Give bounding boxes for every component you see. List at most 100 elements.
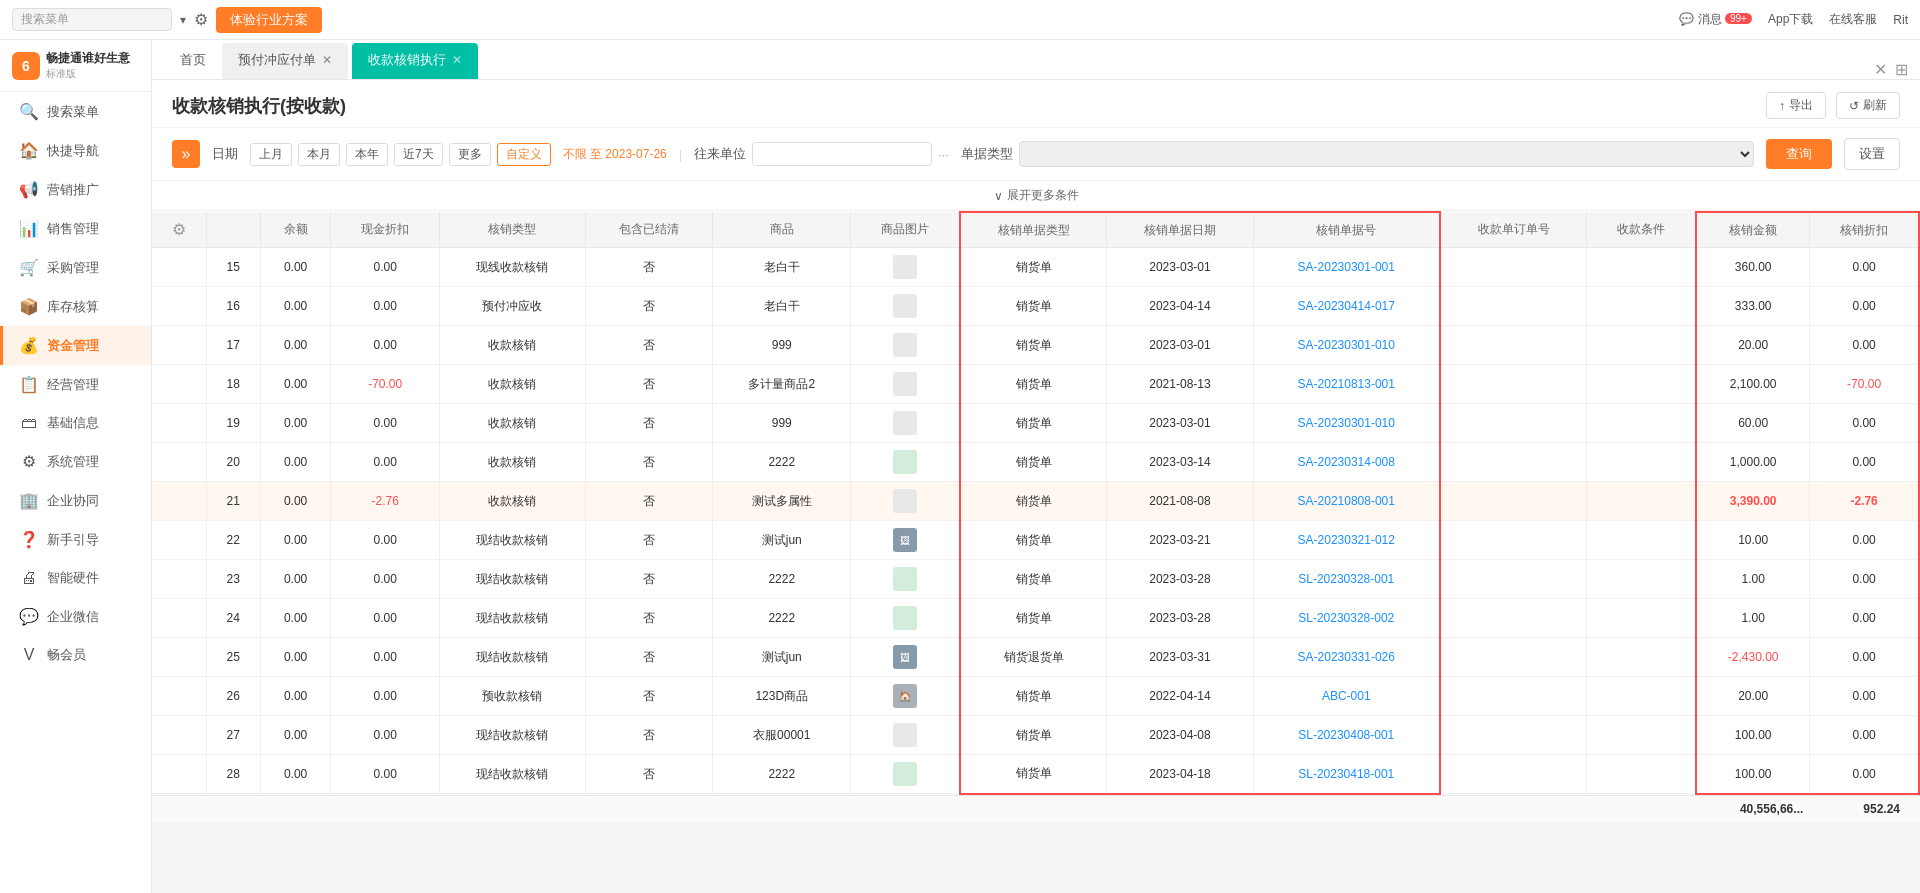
filter-bar: » 日期 上月 本月 本年 近7天 更多 自定义 不限 至 2023-07-26… (152, 128, 1920, 181)
app-download-link[interactable]: App下载 (1768, 11, 1813, 28)
cell-receipt-order-no (1440, 638, 1587, 677)
date-btn-this-month[interactable]: 本月 (298, 143, 340, 166)
sidebar-item-vip[interactable]: V 畅会员 (0, 636, 151, 674)
cell-verify-bill-date: 2023-03-28 (1107, 599, 1253, 638)
date-btn-custom[interactable]: 自定义 (497, 143, 551, 166)
cell-settings (152, 638, 206, 677)
table-row: 180.00-70.00收款核销否多计量商品2销货单2021-08-13SA-2… (152, 365, 1919, 404)
from-unit-dots[interactable]: ··· (938, 147, 949, 162)
refresh-icon: ↺ (1849, 99, 1859, 113)
tab-home[interactable]: 首页 (164, 43, 222, 79)
date-btn-more[interactable]: 更多 (449, 143, 491, 166)
solution-button[interactable]: 体验行业方案 (216, 7, 322, 33)
top-search-input[interactable]: 搜索菜单 (12, 8, 172, 31)
cell-verify-discount: 0.00 (1810, 521, 1919, 560)
cell-receipt-condition (1587, 560, 1696, 599)
refresh-button[interactable]: ↺ 刷新 (1836, 92, 1900, 119)
verify-bill-no-link[interactable]: SA-20230331-026 (1298, 650, 1395, 664)
tab-prepay[interactable]: 预付冲应付单 ✕ (222, 43, 348, 79)
sidebar-item-label: 企业协同 (47, 492, 99, 510)
verify-bill-no-link[interactable]: SL-20230408-001 (1298, 728, 1394, 742)
cell-verify-discount: 0.00 (1810, 326, 1919, 365)
sidebar-item-basic-info[interactable]: 🗃 基础信息 (0, 404, 151, 442)
cell-verify-bill-no: SA-20230321-012 (1253, 521, 1440, 560)
vip-icon: V (19, 646, 39, 664)
cell-receipt-condition (1587, 404, 1696, 443)
verify-bill-no-link[interactable]: SA-20230301-001 (1298, 260, 1395, 274)
cell-balance: 0.00 (260, 326, 331, 365)
date-range-display: 不限 至 2023-07-26 (563, 146, 667, 163)
cell-verify-bill-type: 销货单 (960, 443, 1107, 482)
expand-more-bar[interactable]: ∨ 展开更多条件 (152, 181, 1920, 211)
col-settings-header[interactable]: ⚙ (152, 212, 206, 248)
sidebar-item-purchase[interactable]: 🛒 采购管理 (0, 248, 151, 287)
close-all-icon[interactable]: ✕ (1874, 60, 1887, 79)
cell-goods: 2222 (713, 755, 851, 794)
verify-bill-no-link[interactable]: SA-20230301-010 (1298, 338, 1395, 352)
sidebar-item-search[interactable]: 🔍 搜索菜单 (0, 92, 151, 131)
cell-row-num: 16 (206, 287, 260, 326)
col-included-clear-header: 包含已结清 (586, 212, 713, 248)
sidebar-item-quick-nav[interactable]: 🏠 快捷导航 (0, 131, 151, 170)
sidebar-item-system[interactable]: ⚙ 系统管理 (0, 442, 151, 481)
verify-bill-no-link[interactable]: SA-20210813-001 (1298, 377, 1395, 391)
user-name[interactable]: Rit (1893, 13, 1908, 27)
sidebar-item-label: 快捷导航 (47, 142, 99, 160)
restore-icon[interactable]: ⊞ (1895, 60, 1908, 79)
footer-verify-amount: 40,556,66... (1740, 802, 1803, 816)
cell-cash-discount: 0.00 (331, 560, 439, 599)
cell-included-clear: 否 (586, 755, 713, 794)
verify-bill-no-link[interactable]: SA-20230314-008 (1298, 455, 1395, 469)
sidebar-item-inventory[interactable]: 📦 库存核算 (0, 287, 151, 326)
date-btn-7days[interactable]: 近7天 (394, 143, 443, 166)
sidebar-item-funds[interactable]: 💰 资金管理 (0, 326, 151, 365)
tab-receipt-verify-close[interactable]: ✕ (452, 53, 462, 67)
filter-settings-button[interactable]: 设置 (1844, 138, 1900, 170)
sidebar-item-enterprise[interactable]: 🏢 企业协同 (0, 481, 151, 520)
expand-more-icon: ∨ (994, 189, 1003, 203)
cell-settings (152, 326, 206, 365)
sidebar-item-operations[interactable]: 📋 经营管理 (0, 365, 151, 404)
col-verify-bill-no-header: 核销单据号 (1253, 212, 1440, 248)
verify-bill-no-link[interactable]: SL-20230328-002 (1298, 611, 1394, 625)
cell-balance: 0.00 (260, 443, 331, 482)
verify-bill-no-link[interactable]: SA-20230414-017 (1298, 299, 1395, 313)
cell-row-num: 17 (206, 326, 260, 365)
export-button[interactable]: ↑ 导出 (1766, 92, 1826, 119)
verify-bill-no-link[interactable]: SA-20230321-012 (1298, 533, 1395, 547)
verify-bill-no-link[interactable]: SA-20210808-001 (1298, 494, 1395, 508)
sidebar-item-sales[interactable]: 📊 销售管理 (0, 209, 151, 248)
dropdown-arrow[interactable]: ▾ (180, 13, 186, 27)
online-service-link[interactable]: 在线客服 (1829, 11, 1877, 28)
cell-row-num: 24 (206, 599, 260, 638)
table-row: 160.000.00预付冲应收否老白干销货单2023-04-14SA-20230… (152, 287, 1919, 326)
filter-toggle-button[interactable]: » (172, 140, 200, 168)
verify-bill-no-link[interactable]: ABC-001 (1322, 689, 1371, 703)
cell-verify-bill-type: 销货单 (960, 326, 1107, 365)
date-btn-this-year[interactable]: 本年 (346, 143, 388, 166)
sidebar-item-guide[interactable]: ❓ 新手引导 (0, 520, 151, 559)
sidebar-item-label: 资金管理 (47, 337, 99, 355)
cell-verify-discount: -70.00 (1810, 365, 1919, 404)
cell-goods-img: 🏠 (851, 677, 960, 716)
sidebar-item-smart-hw[interactable]: 🖨 智能硬件 (0, 559, 151, 597)
sidebar-item-wechat[interactable]: 💬 企业微信 (0, 597, 151, 636)
verify-bill-no-link[interactable]: SL-20230418-001 (1298, 767, 1394, 781)
cell-goods: 999 (713, 326, 851, 365)
settings-gear-icon[interactable]: ⚙ (194, 10, 208, 29)
notification-area[interactable]: 💬 消息 99+ (1679, 11, 1752, 28)
cell-verify-type: 现结收款核销 (439, 755, 585, 794)
notification-badge: 99+ (1725, 13, 1752, 24)
tab-prepay-close[interactable]: ✕ (322, 53, 332, 67)
cell-included-clear: 否 (586, 248, 713, 287)
verify-bill-no-link[interactable]: SA-20230301-010 (1298, 416, 1395, 430)
date-btn-last-month[interactable]: 上月 (250, 143, 292, 166)
from-unit-input[interactable] (752, 142, 932, 166)
verify-bill-no-link[interactable]: SL-20230328-001 (1298, 572, 1394, 586)
col-verify-discount-header: 核销折扣 (1810, 212, 1919, 248)
tab-receipt-verify[interactable]: 收款核销执行 ✕ (352, 43, 478, 79)
bill-type-select[interactable] (1019, 141, 1754, 167)
query-button[interactable]: 查询 (1766, 139, 1832, 169)
cell-verify-discount: 0.00 (1810, 443, 1919, 482)
sidebar-item-marketing[interactable]: 📢 营销推广 (0, 170, 151, 209)
